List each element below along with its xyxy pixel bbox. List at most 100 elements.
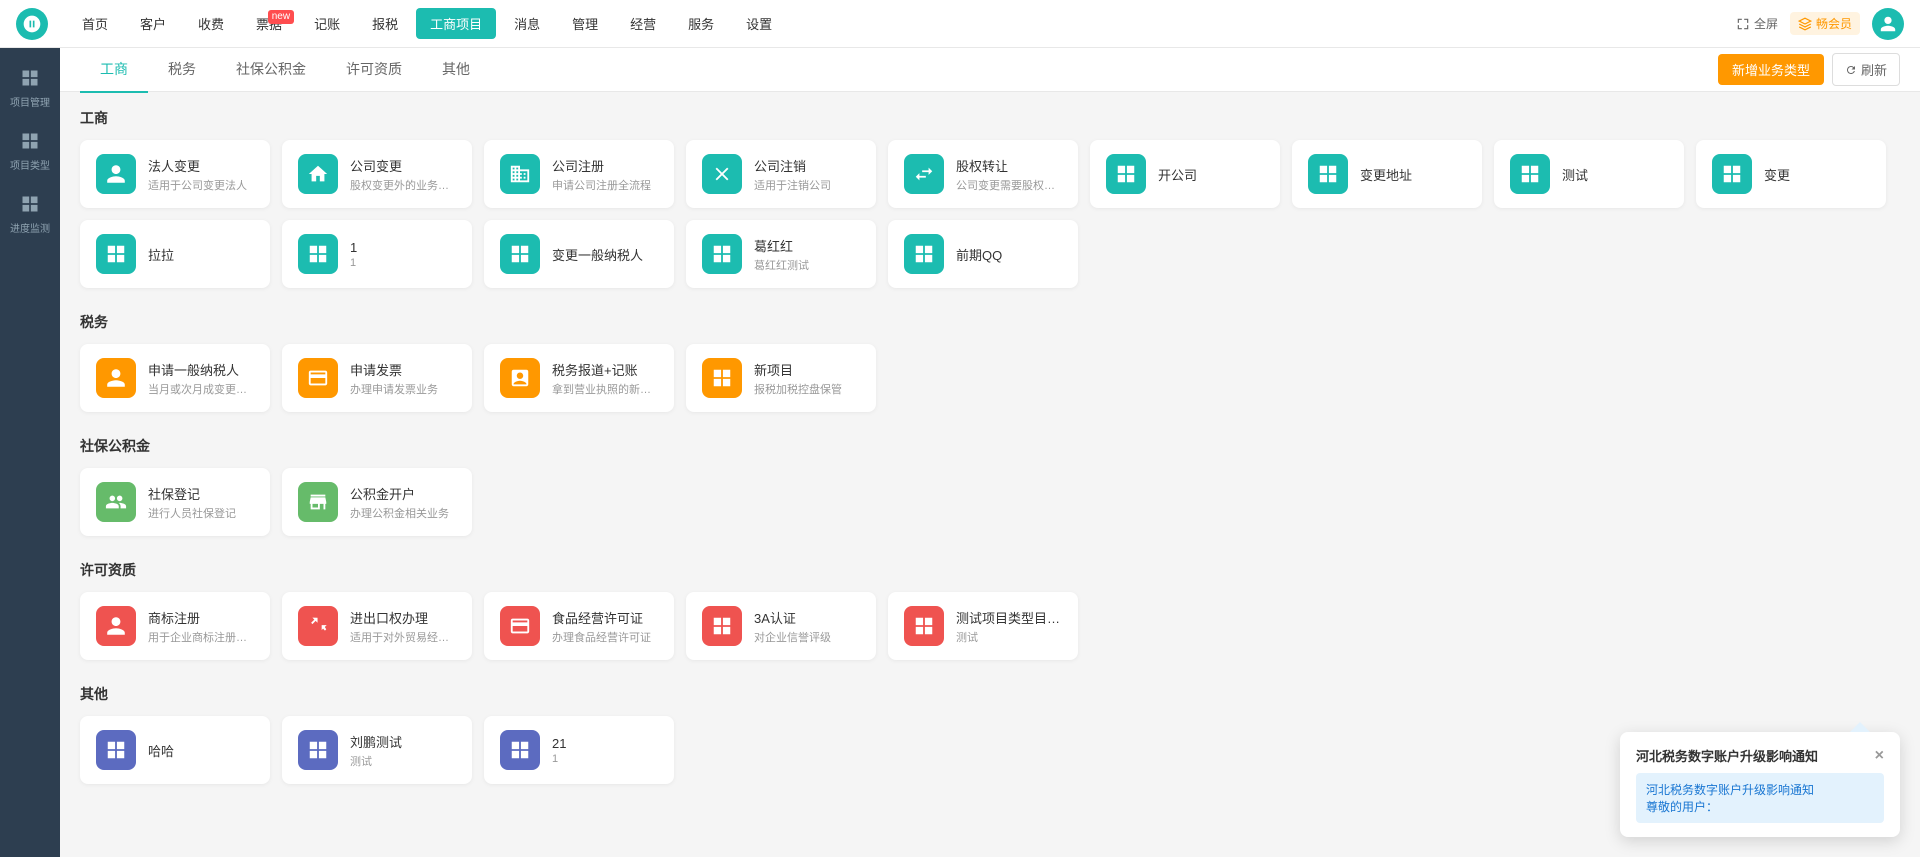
- card-desc-num1: 1: [350, 257, 456, 269]
- card-title-test-type: 测试项目类型目定义: [956, 608, 1062, 627]
- card-content-company-register: 公司注册申请公司注册全流程: [552, 156, 658, 193]
- card-company-cancel[interactable]: 公司注销适用于注销公司: [686, 140, 876, 208]
- card-title-apply-tax: 申请一般纳税人: [148, 360, 254, 379]
- nav-item-settings[interactable]: 设置: [732, 8, 786, 39]
- card-desc-company-change: 股权变更外的业务变更: [350, 177, 456, 193]
- sub-tab-other[interactable]: 其他: [422, 48, 490, 93]
- refresh-button[interactable]: 刷新: [1832, 53, 1900, 86]
- nav-item-industry[interactable]: 工商项目: [416, 8, 496, 39]
- card-front-qq[interactable]: 前期QQ: [888, 220, 1078, 288]
- card-haha[interactable]: 哈哈: [80, 716, 270, 784]
- card-icon-liupeng-test: [298, 730, 338, 770]
- card-num1[interactable]: 11: [282, 220, 472, 288]
- card-food-license[interactable]: 食品经营许可证办理食品经营许可证: [484, 592, 674, 660]
- member-button[interactable]: 畅会员: [1790, 12, 1860, 35]
- card-company-register[interactable]: 公司注册申请公司注册全流程: [484, 140, 674, 208]
- nav-item-ticket[interactable]: 票据new: [242, 8, 296, 39]
- card-change-address[interactable]: 变更地址: [1292, 140, 1482, 208]
- sub-tab-license[interactable]: 许可资质: [326, 48, 422, 93]
- logo[interactable]: [16, 8, 48, 40]
- card-icon-import-export: [298, 606, 338, 646]
- refresh-label: 刷新: [1861, 60, 1887, 79]
- card-desc-new-project: 报税加税控盘保管: [754, 381, 860, 397]
- sub-tabs: 工商税务社保公积金许可资质其他 新增业务类型 刷新: [60, 48, 1920, 92]
- avatar[interactable]: [1872, 8, 1904, 40]
- nav-item-message[interactable]: 消息: [500, 8, 554, 39]
- card-liupeng-test[interactable]: 刘鹏测试测试: [282, 716, 472, 784]
- card-content-front-qq: 前期QQ: [956, 245, 1062, 264]
- nav-item-customer[interactable]: 客户: [126, 8, 180, 39]
- notif-header: 河北税务数字账户升级影响通知 ×: [1636, 746, 1884, 765]
- card-icon-apply-tax: [96, 358, 136, 398]
- card-social-register[interactable]: 社保登记进行人员社保登记: [80, 468, 270, 536]
- sidebar-item-progress-monitor[interactable]: 进度监测: [0, 182, 60, 245]
- sidebar-item-project-type[interactable]: 项目类型: [0, 119, 60, 182]
- card-desc-company-cancel: 适用于注销公司: [754, 177, 860, 193]
- card-open-company[interactable]: 开公司: [1090, 140, 1280, 208]
- card-title-food-license: 食品经营许可证: [552, 608, 658, 627]
- fullscreen-label: 全屏: [1754, 15, 1778, 32]
- nav-item-service[interactable]: 服务: [674, 8, 728, 39]
- card-content-liupeng-test: 刘鹏测试测试: [350, 732, 456, 769]
- card-lala[interactable]: 拉拉: [80, 220, 270, 288]
- sub-tab-social[interactable]: 社保公积金: [216, 48, 326, 93]
- card-test[interactable]: 测试: [1494, 140, 1684, 208]
- card-num21[interactable]: 211: [484, 716, 674, 784]
- card-change-tax[interactable]: 变更一般纳税人: [484, 220, 674, 288]
- card-icon-test: [1510, 154, 1550, 194]
- card-equity-transfer[interactable]: 股权转让公司变更需要股权转让: [888, 140, 1078, 208]
- card-import-export[interactable]: 进出口权办理适用于对外贸易经营者: [282, 592, 472, 660]
- card-content-3a-cert: 3A认证对企业信誉评级: [754, 608, 860, 645]
- notif-content: 尊敬的用户：: [1646, 798, 1874, 815]
- card-content-social-register: 社保登记进行人员社保登记: [148, 484, 254, 521]
- card-tax-report[interactable]: 税务报道+记账拿到营业执照的新公司: [484, 344, 674, 412]
- card-desc-trademark: 用于企业商标注册服务: [148, 629, 254, 645]
- card-title-3a-cert: 3A认证: [754, 608, 860, 627]
- card-legal-change[interactable]: 法人变更适用于公司变更法人: [80, 140, 270, 208]
- nav-item-home[interactable]: 首页: [68, 8, 122, 39]
- card-trademark[interactable]: 商标注册用于企业商标注册服务: [80, 592, 270, 660]
- card-apply-tax[interactable]: 申请一般纳税人当月或次月成变更完成: [80, 344, 270, 412]
- nav-item-management[interactable]: 管理: [558, 8, 612, 39]
- sidebar-item-project-manage[interactable]: 项目管理: [0, 56, 60, 119]
- card-title-lala: 拉拉: [148, 245, 254, 264]
- nav-item-operation[interactable]: 经营: [616, 8, 670, 39]
- sub-tab-tax[interactable]: 税务: [148, 48, 216, 93]
- card-apply-invoice[interactable]: 申请发票办理申请发票业务: [282, 344, 472, 412]
- card-desc-fund-account: 办理公积金相关业务: [350, 505, 456, 521]
- card-title-num1: 1: [350, 240, 456, 255]
- card-icon-open-company: [1106, 154, 1146, 194]
- card-test-type[interactable]: 测试项目类型目定义测试: [888, 592, 1078, 660]
- card-content-tax-report: 税务报道+记账拿到营业执照的新公司: [552, 360, 658, 397]
- card-content-haha: 哈哈: [148, 741, 254, 760]
- card-mohonghong[interactable]: 葛红红葛红红测试: [686, 220, 876, 288]
- card-icon-change-tax: [500, 234, 540, 274]
- card-content-mohonghong: 葛红红葛红红测试: [754, 236, 860, 273]
- notif-close-button[interactable]: ×: [1875, 747, 1884, 765]
- fullscreen-button[interactable]: 全屏: [1736, 15, 1778, 32]
- card-new-project[interactable]: 新项目报税加税控盘保管: [686, 344, 876, 412]
- card-icon-change-address: [1308, 154, 1348, 194]
- nav-item-bookkeeping[interactable]: 记账: [300, 8, 354, 39]
- card-company-change[interactable]: 公司变更股权变更外的业务变更: [282, 140, 472, 208]
- nav-item-tax[interactable]: 报税: [358, 8, 412, 39]
- card-change[interactable]: 变更: [1696, 140, 1886, 208]
- cards-grid-social: 社保登记进行人员社保登记公积金开户办理公积金相关业务: [80, 468, 1900, 536]
- card-icon-fund-account: [298, 482, 338, 522]
- sub-tabs-right: 新增业务类型 刷新: [1718, 53, 1900, 86]
- card-content-trademark: 商标注册用于企业商标注册服务: [148, 608, 254, 645]
- card-title-import-export: 进出口权办理: [350, 608, 456, 627]
- add-type-button[interactable]: 新增业务类型: [1718, 54, 1824, 85]
- card-3a-cert[interactable]: 3A认证对企业信誉评级: [686, 592, 876, 660]
- sidebar: 项目管理项目类型进度监测: [0, 48, 60, 857]
- section-title-tax: 税务: [80, 312, 1900, 332]
- card-desc-social-register: 进行人员社保登记: [148, 505, 254, 521]
- sidebar-item-label-progress-monitor: 进度监测: [10, 220, 50, 235]
- card-fund-account[interactable]: 公积金开户办理公积金相关业务: [282, 468, 472, 536]
- card-title-change-address: 变更地址: [1360, 165, 1466, 184]
- card-content-lala: 拉拉: [148, 245, 254, 264]
- sub-tab-industry[interactable]: 工商: [80, 48, 148, 93]
- chart-icon: [18, 192, 42, 216]
- card-title-change-tax: 变更一般纳税人: [552, 245, 658, 264]
- nav-item-fee[interactable]: 收费: [184, 8, 238, 39]
